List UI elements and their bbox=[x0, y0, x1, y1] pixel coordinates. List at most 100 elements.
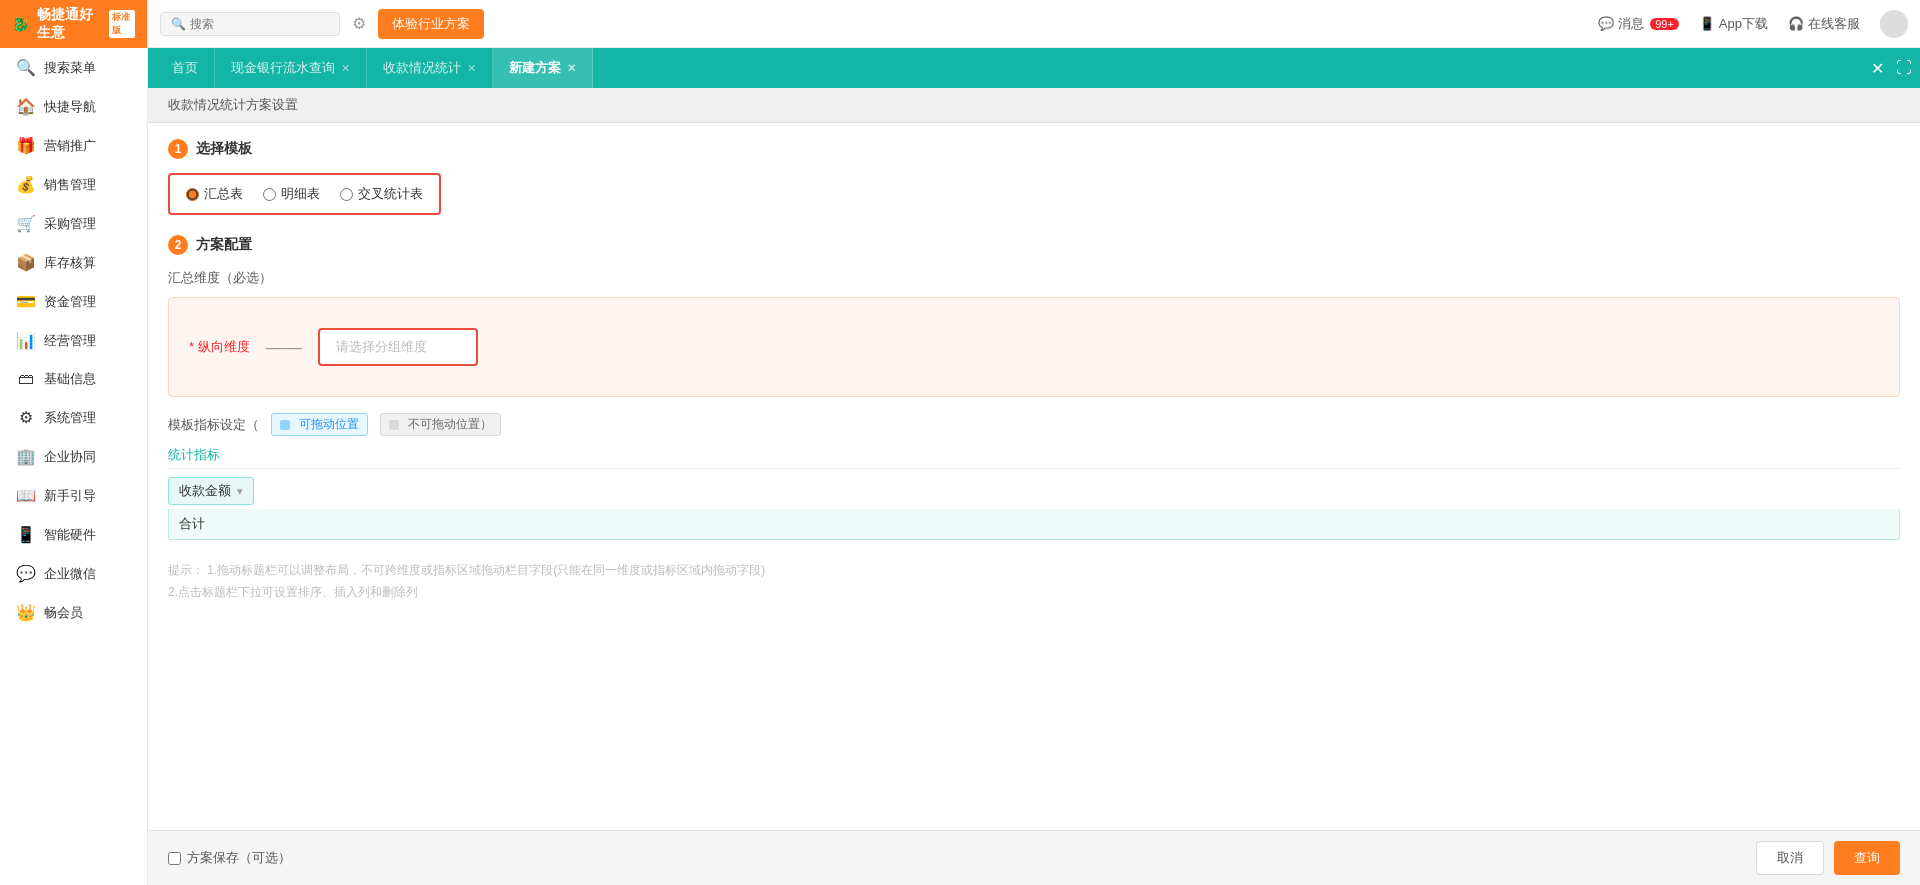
dimension-select[interactable]: 请选择分组维度 bbox=[318, 328, 478, 366]
sidebar-item-purchase[interactable]: 🛒 采购管理 bbox=[0, 204, 147, 243]
tab-new-plan-close[interactable]: ✕ bbox=[567, 62, 576, 75]
metrics-section: 模板指标设定（ 可拖动位置 不可拖动位置） 统计指标 收款 bbox=[168, 413, 1900, 540]
page-body: 1 选择模板 汇总表 明细表 交叉统计表 bbox=[148, 123, 1920, 830]
sidebar-label: 销售管理 bbox=[44, 176, 96, 194]
non-draggable-tag-label: 不可拖动位置） bbox=[408, 416, 492, 433]
radio-summary[interactable]: 汇总表 bbox=[186, 185, 243, 203]
message-badge: 99+ bbox=[1650, 18, 1679, 30]
topbar: 🔍 ⚙ 体验行业方案 💬 消息 99+ 📱 App下载 🎧 在线客服 bbox=[148, 0, 1920, 48]
sidebar-item-operations[interactable]: 📊 经营管理 bbox=[0, 321, 147, 360]
sidebar-item-quick-nav[interactable]: 🏠 快捷导航 bbox=[0, 87, 147, 126]
step1-title: 选择模板 bbox=[196, 140, 252, 158]
dimension-row: * 纵向维度 —— 请选择分组维度 bbox=[189, 328, 1879, 366]
cancel-button[interactable]: 取消 bbox=[1756, 841, 1824, 875]
search-box[interactable]: 🔍 bbox=[160, 12, 340, 36]
finance-icon: 💳 bbox=[16, 292, 36, 311]
sidebar-item-marketing[interactable]: 🎁 营销推广 bbox=[0, 126, 147, 165]
logo-icon: 🐉 bbox=[12, 16, 29, 32]
sidebar-item-member[interactable]: 👑 畅会员 bbox=[0, 593, 147, 632]
tab-expand-icon[interactable]: ⛶ bbox=[1896, 59, 1912, 77]
sidebar-item-system[interactable]: ⚙ 系统管理 bbox=[0, 398, 147, 437]
sales-icon: 💰 bbox=[16, 175, 36, 194]
query-button[interactable]: 查询 bbox=[1834, 841, 1900, 875]
tab-payment-stats-close[interactable]: ✕ bbox=[467, 62, 476, 75]
tab-bar: 首页 现金银行流水查询 ✕ 收款情况统计 ✕ 新建方案 ✕ ✕ ⛶ bbox=[148, 48, 1920, 88]
radio-cross-input[interactable] bbox=[340, 188, 353, 201]
tab-home[interactable]: 首页 bbox=[156, 48, 215, 88]
bottom-bar: 方案保存（可选） 取消 查询 bbox=[148, 830, 1920, 885]
dimension-row-label: * 纵向维度 bbox=[189, 338, 250, 356]
save-label: 方案保存（可选） bbox=[187, 849, 291, 867]
sidebar-item-search-menu[interactable]: 🔍 搜索菜单 bbox=[0, 48, 147, 87]
download-btn[interactable]: 📱 App下载 bbox=[1699, 15, 1768, 33]
radio-cross-label: 交叉统计表 bbox=[358, 185, 423, 203]
page-title: 收款情况统计方案设置 bbox=[168, 97, 298, 112]
tab-payment-stats-label: 收款情况统计 bbox=[383, 59, 461, 77]
sidebar: 🐉 畅捷通好生意 标准版 🔍 搜索菜单 🏠 快捷导航 🎁 营销推广 💰 销售管理… bbox=[0, 0, 148, 885]
purchase-icon: 🛒 bbox=[16, 214, 36, 233]
radio-detail[interactable]: 明细表 bbox=[263, 185, 320, 203]
page-content: 收款情况统计方案设置 1 选择模板 汇总表 明细表 bbox=[148, 88, 1920, 885]
tab-bank-flow[interactable]: 现金银行流水查询 ✕ bbox=[215, 48, 367, 88]
step2-header: 2 方案配置 bbox=[168, 235, 1900, 255]
radio-detail-label: 明细表 bbox=[281, 185, 320, 203]
tab-new-plan[interactable]: 新建方案 ✕ bbox=[493, 48, 593, 88]
save-option[interactable]: 方案保存（可选） bbox=[168, 849, 291, 867]
sidebar-item-hardware[interactable]: 📱 智能硬件 bbox=[0, 515, 147, 554]
sidebar-item-guide[interactable]: 📖 新手引导 bbox=[0, 476, 147, 515]
member-icon: 👑 bbox=[16, 603, 36, 622]
metric-chip-wrapper: 收款金额 ▾ 合计 bbox=[168, 477, 1900, 540]
chevron-down-icon: ▾ bbox=[237, 485, 243, 498]
wechat-icon: 💬 bbox=[16, 564, 36, 583]
industry-btn[interactable]: 体验行业方案 bbox=[378, 9, 484, 39]
sidebar-item-finance[interactable]: 💳 资金管理 bbox=[0, 282, 147, 321]
sidebar-label: 畅会员 bbox=[44, 604, 83, 622]
gear-icon[interactable]: ⚙ bbox=[352, 14, 366, 33]
sidebar-item-enterprise[interactable]: 🏢 企业协同 bbox=[0, 437, 147, 476]
search-input[interactable] bbox=[190, 17, 330, 31]
logo-text: 畅捷通好生意 bbox=[37, 6, 99, 42]
search-icon: 🔍 bbox=[171, 17, 186, 31]
sidebar-label: 搜索菜单 bbox=[44, 59, 96, 77]
topbar-right: 💬 消息 99+ 📱 App下载 🎧 在线客服 bbox=[1598, 10, 1908, 38]
sidebar-label: 采购管理 bbox=[44, 215, 96, 233]
non-draggable-tag: 不可拖动位置） bbox=[380, 413, 501, 436]
avatar[interactable] bbox=[1880, 10, 1908, 38]
save-checkbox[interactable] bbox=[168, 852, 181, 865]
inventory-icon: 📦 bbox=[16, 253, 36, 272]
step2-title: 方案配置 bbox=[196, 236, 252, 254]
sidebar-label: 企业协同 bbox=[44, 448, 96, 466]
hint-text: 提示： 1.拖动标题栏可以调整布局，不可跨维度或指标区域拖动栏目字段(只能在同一… bbox=[168, 560, 1900, 603]
metric-chip-payment[interactable]: 收款金额 ▾ bbox=[168, 477, 254, 505]
radio-summary-input[interactable] bbox=[186, 188, 199, 201]
sidebar-label: 新手引导 bbox=[44, 487, 96, 505]
step1-section: 1 选择模板 汇总表 明细表 交叉统计表 bbox=[168, 139, 1900, 215]
step1-header: 1 选择模板 bbox=[168, 139, 1900, 159]
dimension-placeholder: 请选择分组维度 bbox=[336, 339, 427, 354]
enterprise-icon: 🏢 bbox=[16, 447, 36, 466]
sidebar-label: 智能硬件 bbox=[44, 526, 96, 544]
tab-payment-stats[interactable]: 收款情况统计 ✕ bbox=[367, 48, 493, 88]
service-label: 在线客服 bbox=[1808, 15, 1860, 33]
tab-new-plan-label: 新建方案 bbox=[509, 59, 561, 77]
sidebar-item-basic-info[interactable]: 🗃 基础信息 bbox=[0, 360, 147, 398]
sidebar-label: 系统管理 bbox=[44, 409, 96, 427]
sidebar-item-sales[interactable]: 💰 销售管理 bbox=[0, 165, 147, 204]
service-btn[interactable]: 🎧 在线客服 bbox=[1788, 15, 1860, 33]
quick-nav-icon: 🏠 bbox=[16, 97, 36, 116]
step1-number: 1 bbox=[168, 139, 188, 159]
sidebar-item-wechat[interactable]: 💬 企业微信 bbox=[0, 554, 147, 593]
download-label: App下载 bbox=[1719, 15, 1768, 33]
page-header: 收款情况统计方案设置 bbox=[148, 88, 1920, 123]
tab-bank-flow-close[interactable]: ✕ bbox=[341, 62, 350, 75]
operations-icon: 📊 bbox=[16, 331, 36, 350]
message-icon: 💬 bbox=[1598, 16, 1614, 31]
dimension-subtitle: 汇总维度（必选） bbox=[168, 269, 1900, 287]
tab-close-icon[interactable]: ✕ bbox=[1871, 59, 1884, 78]
radio-detail-input[interactable] bbox=[263, 188, 276, 201]
radio-cross[interactable]: 交叉统计表 bbox=[340, 185, 423, 203]
sidebar-label: 资金管理 bbox=[44, 293, 96, 311]
messages-btn[interactable]: 💬 消息 99+ bbox=[1598, 15, 1679, 33]
sidebar-item-inventory[interactable]: 📦 库存核算 bbox=[0, 243, 147, 282]
tab-home-label: 首页 bbox=[172, 59, 198, 77]
